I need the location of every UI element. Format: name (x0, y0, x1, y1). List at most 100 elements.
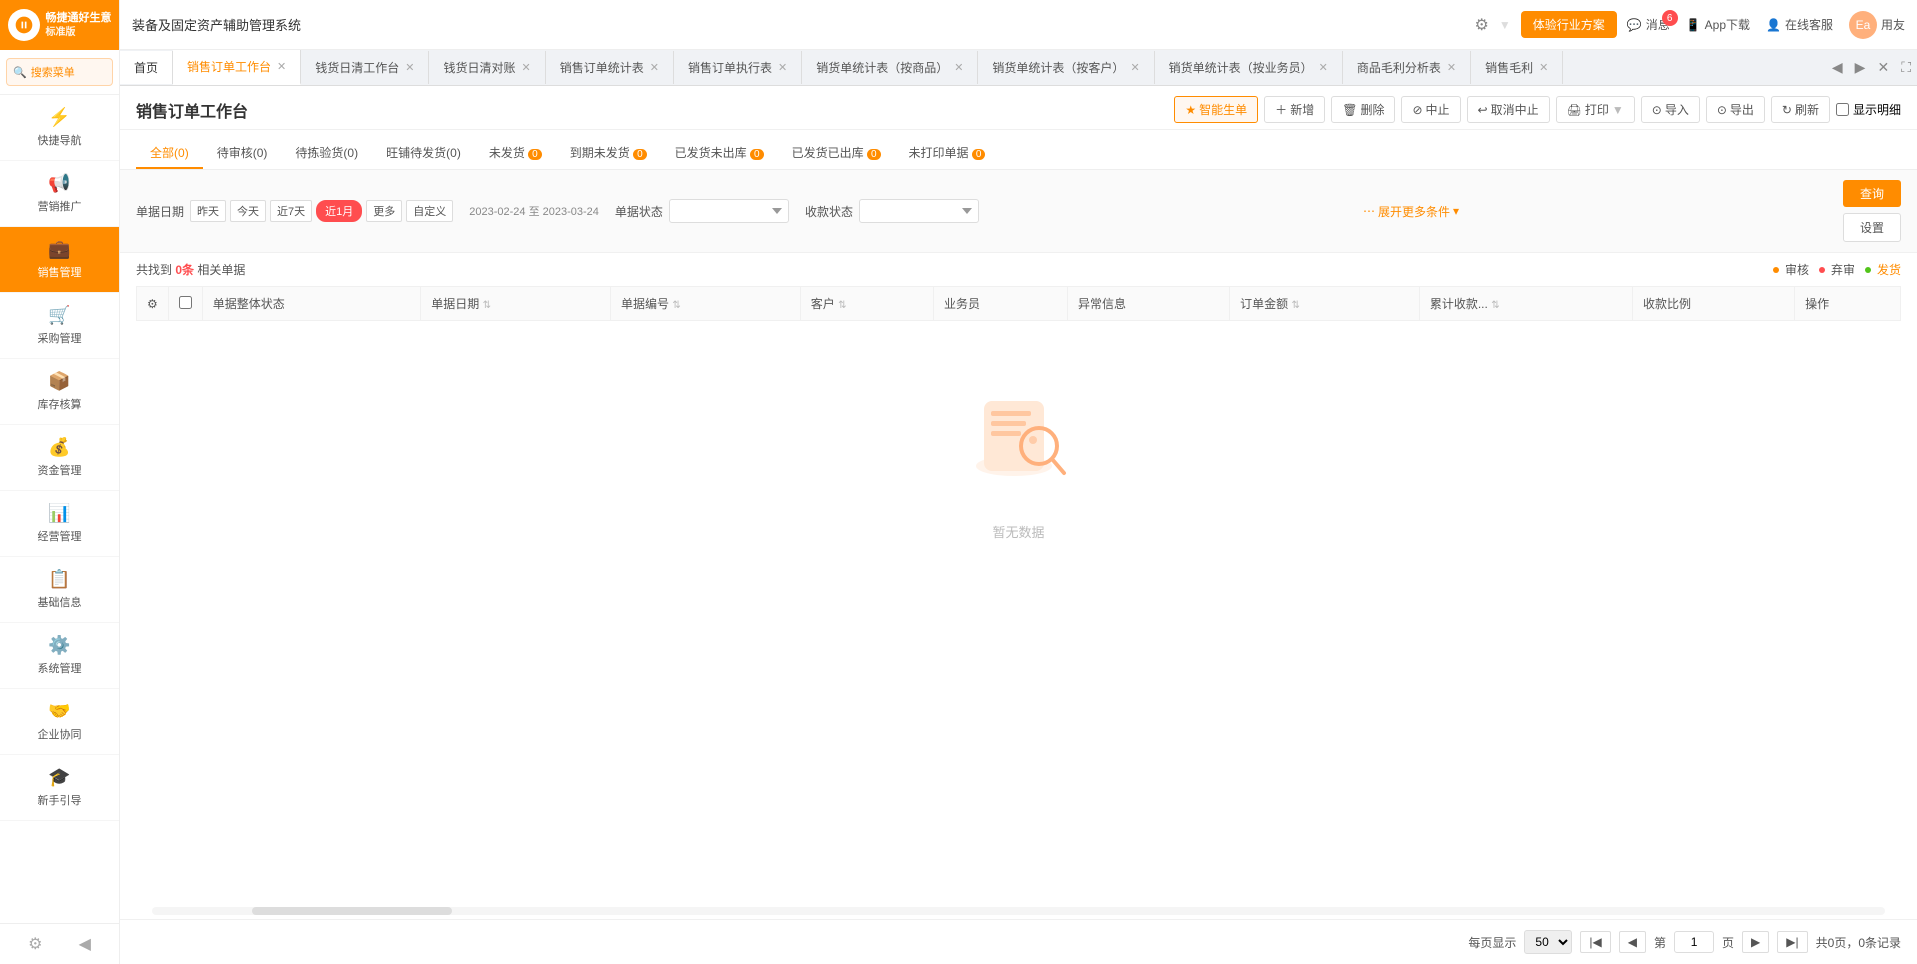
date-btn-yesterday[interactable]: 昨天 (190, 200, 226, 222)
tab-home[interactable]: 首页 (120, 51, 173, 84)
status-select[interactable] (669, 199, 789, 223)
tab-close-sales-stat-product[interactable]: ✕ (954, 61, 963, 74)
date-btn-7days[interactable]: 近7天 (270, 200, 312, 222)
tab-sales-stat[interactable]: 销售订单统计表 ✕ (546, 51, 674, 84)
next-page-btn[interactable]: ▶ (1742, 931, 1769, 953)
page-input[interactable] (1674, 931, 1714, 953)
tab-close-cash-daily[interactable]: ✕ (405, 61, 414, 74)
tab-close-all-btn[interactable]: ✕ (1871, 55, 1895, 80)
first-page-btn[interactable]: |◀ (1580, 931, 1610, 953)
tab-close-sales-exec[interactable]: ✕ (778, 61, 787, 74)
th-collected[interactable]: 累计收款... ⇅ (1419, 287, 1632, 321)
tab-cash-daily[interactable]: 钱货日清工作台 ✕ (301, 51, 429, 84)
sidebar-item-guide[interactable]: 🎓 新手引导 (0, 755, 119, 821)
th-settings[interactable]: ⚙ (137, 287, 169, 321)
table-header-row: ⚙ 单据整体状态 单据日期 ⇅ 单据编号 ⇅ (137, 287, 1901, 321)
th-amount[interactable]: 订单金额 ⇅ (1230, 287, 1420, 321)
show-detail-toggle[interactable]: 显示明细 (1836, 101, 1901, 118)
tab-close-sales-profit[interactable]: ✕ (1539, 61, 1548, 74)
tab-sales-profit[interactable]: 销售毛利 ✕ (1471, 51, 1563, 84)
search-menu-button[interactable]: 🔍 搜索菜单 (6, 58, 113, 86)
not-printed-badge: 0 (972, 149, 986, 160)
select-all-checkbox[interactable] (179, 296, 192, 309)
tab-close-gross-profit[interactable]: ✕ (1447, 61, 1456, 74)
sidebar-item-sales[interactable]: 💼 销售管理 (0, 227, 119, 293)
sidebar-item-purchase[interactable]: 🛒 采购管理 (0, 293, 119, 359)
tab-sales-exec[interactable]: 销售订单执行表 ✕ (674, 51, 802, 84)
sidebar-item-marketing[interactable]: 📢 营销推广 (0, 161, 119, 227)
tab-close-sales-order[interactable]: ✕ (277, 60, 286, 73)
date-btn-1month[interactable]: 近1月 (316, 200, 362, 222)
tab-close-sales-stat[interactable]: ✕ (650, 61, 659, 74)
th-number[interactable]: 单据编号 ⇅ (611, 287, 801, 321)
sub-tab-pending[interactable]: 待审核(0) (203, 138, 282, 169)
sidebar-item-corp[interactable]: 🤝 企业协同 (0, 689, 119, 755)
payment-select[interactable] (859, 199, 979, 223)
sub-tab-wangpu[interactable]: 旺铺待发货(0) (372, 138, 475, 169)
show-detail-checkbox[interactable] (1836, 103, 1849, 116)
sub-tab-shipped-not-out[interactable]: 已发货未出库 0 (661, 138, 778, 169)
smart-create-btn[interactable]: ★ 智能生单 (1174, 96, 1258, 123)
page-size-select[interactable]: 50 (1524, 930, 1572, 954)
message-icon: 💬 (1627, 18, 1642, 32)
sub-tab-all[interactable]: 全部(0) (136, 138, 203, 169)
add-btn[interactable]: ＋ 新增 (1264, 96, 1325, 123)
scroll-track[interactable] (152, 907, 1885, 915)
th-date[interactable]: 单据日期 ⇅ (421, 287, 611, 321)
last-page-btn[interactable]: ▶| (1777, 931, 1807, 953)
sidebar-item-quicknav[interactable]: ⚡ 快捷导航 (0, 95, 119, 161)
tab-maximize-btn[interactable]: ⛶ (1895, 55, 1917, 80)
expand-filter-btn[interactable]: ⋯ 展开更多条件 ▾ (1363, 203, 1459, 220)
export-btn[interactable]: ⊙ 导出 (1706, 96, 1765, 123)
ship-table-btn[interactable]: 发货 (1865, 261, 1901, 278)
th-customer[interactable]: 客户 ⇅ (800, 287, 933, 321)
topbar-settings-btn[interactable]: ⚙ (1474, 15, 1488, 35)
date-btn-today[interactable]: 今天 (230, 200, 266, 222)
sidebar-item-ops[interactable]: 📊 经营管理 (0, 491, 119, 557)
message-btn[interactable]: 💬 消息 6 (1627, 16, 1670, 33)
tab-sales-stat-staff[interactable]: 销货单统计表（按业务员） ✕ (1155, 51, 1343, 84)
refresh-btn[interactable]: ↻ 刷新 (1771, 96, 1830, 123)
tab-close-sales-stat-customer[interactable]: ✕ (1130, 61, 1139, 74)
print-btn[interactable]: 🖨 打印 ▼ (1556, 96, 1635, 123)
tab-sales-stat-product[interactable]: 销货单统计表（按商品） ✕ (802, 51, 978, 84)
cancel-pause-btn[interactable]: ↩ 取消中止 (1467, 96, 1550, 123)
tab-close-cash-reconcile[interactable]: ✕ (522, 61, 531, 74)
import-btn[interactable]: ⊙ 导入 (1641, 96, 1700, 123)
sub-tab-pending-check[interactable]: 待拣验货(0) (281, 138, 372, 169)
cancel-audit-table-btn[interactable]: 弃审 (1819, 261, 1855, 278)
sidebar-item-finance[interactable]: 💰 资金管理 (0, 425, 119, 491)
tab-sales-order[interactable]: 销售订单工作台 ✕ (173, 50, 301, 85)
sidebar-item-system[interactable]: ⚙️ 系统管理 (0, 623, 119, 689)
set-btn[interactable]: 设置 (1843, 213, 1901, 242)
industry-btn[interactable]: 体验行业方案 (1521, 11, 1617, 38)
tab-prev-btn[interactable]: ◀ (1826, 55, 1849, 80)
tab-gross-profit[interactable]: 商品毛利分析表 ✕ (1343, 51, 1471, 84)
app-download-btn[interactable]: 📱 App下载 (1686, 16, 1750, 33)
print-icon: 🖨 (1567, 103, 1582, 117)
tab-close-sales-stat-staff[interactable]: ✕ (1319, 61, 1328, 74)
sub-tab-shipped-out[interactable]: 已发货已出库 0 (778, 138, 895, 169)
sidebar-item-basic[interactable]: 📋 基础信息 (0, 557, 119, 623)
audit-table-btn[interactable]: 审核 (1773, 261, 1809, 278)
th-action: 操作 (1795, 287, 1901, 321)
sidebar-item-stock[interactable]: 📦 库存核算 (0, 359, 119, 425)
delete-btn[interactable]: 🗑 删除 (1331, 96, 1395, 123)
collapse-btn[interactable]: ◀ (79, 934, 91, 954)
query-btn[interactable]: 查询 (1843, 180, 1901, 207)
tab-next-btn[interactable]: ▶ (1849, 55, 1872, 80)
date-btn-more[interactable]: 更多 (366, 200, 402, 222)
tab-sales-stat-customer[interactable]: 销货单统计表（按客户） ✕ (978, 51, 1154, 84)
settings-bottom-btn[interactable]: ⚙ (28, 934, 42, 954)
sub-tab-overdue[interactable]: 到期未发货 0 (556, 138, 661, 169)
scroll-thumb[interactable] (252, 907, 452, 915)
tab-cash-reconcile[interactable]: 钱货日清对账 ✕ (429, 51, 545, 84)
prev-page-btn[interactable]: ◀ (1619, 931, 1646, 953)
date-btn-custom[interactable]: 自定义 (406, 200, 453, 222)
th-checkbox[interactable] (168, 287, 202, 321)
online-service-btn[interactable]: 👤 在线客服 (1766, 16, 1833, 33)
user-menu[interactable]: Ea 用友 (1849, 11, 1905, 39)
sub-tab-not-shipped[interactable]: 未发货 0 (475, 138, 556, 169)
sub-tab-not-printed[interactable]: 未打印单据 0 (895, 138, 1000, 169)
pause-btn[interactable]: ⊘ 中止 (1401, 96, 1460, 123)
